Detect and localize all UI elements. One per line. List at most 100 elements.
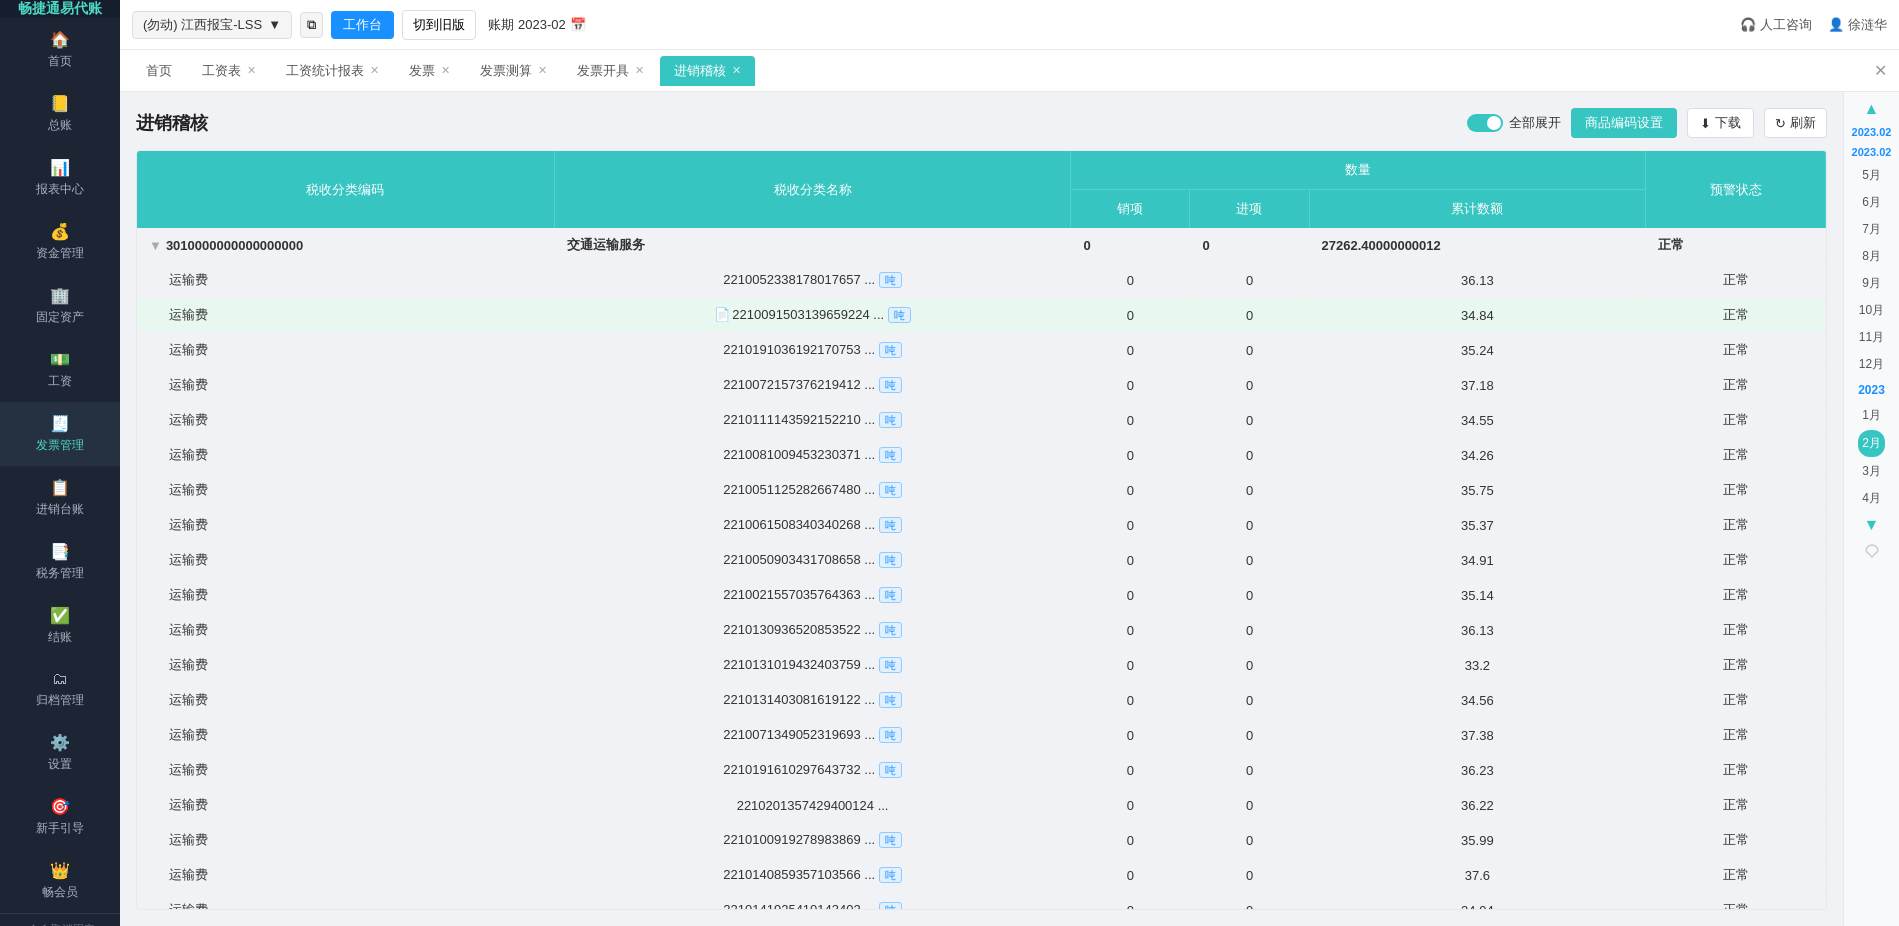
table-row[interactable]: 运输费 2210140859357103566 ... 吨 0 0 37.6 正… xyxy=(137,858,1826,893)
month-april[interactable]: 4月 xyxy=(1844,485,1899,512)
table-row[interactable]: 运输费 2210201357429400124 ... 0 0 36.22 正常 xyxy=(137,788,1826,823)
tax-code-cell: 📄2210091503139659224 ... 吨 xyxy=(554,298,1071,333)
page-title: 进销稽核 xyxy=(136,111,208,135)
favorite-icon[interactable] xyxy=(1862,542,1882,562)
member-icon: 👑 xyxy=(50,861,70,880)
sidebar-item-member[interactable]: 👑 畅会员 xyxy=(0,849,120,913)
tax-code-cell: 2210021557035764363 ... 吨 xyxy=(554,578,1071,613)
month-february-current[interactable]: 2月 xyxy=(1858,430,1885,457)
scroll-down-arrow[interactable]: ▼ xyxy=(1860,512,1884,538)
table-row[interactable]: 运输费 2210061508340340268 ... 吨 0 0 35.37 … xyxy=(137,508,1826,543)
table-row[interactable]: 运输费 📄2210091503139659224 ... 吨 0 0 34.84… xyxy=(137,298,1826,333)
month-january[interactable]: 1月 xyxy=(1844,402,1899,429)
year-label-2023-02-2: 2023.02 xyxy=(1852,142,1892,162)
sidebar-item-fixed-assets[interactable]: 🏢 固定资产 xyxy=(0,274,120,338)
sidebar-item-home[interactable]: 🏠 首页 xyxy=(0,18,120,82)
month-december[interactable]: 12月 xyxy=(1844,351,1899,378)
table-row[interactable]: 运输费 2210130936520853522 ... 吨 0 0 36.13 … xyxy=(137,613,1826,648)
user-menu[interactable]: 👤 徐涟华 xyxy=(1828,16,1887,34)
scroll-up-arrow[interactable]: ▲ xyxy=(1860,96,1884,122)
month-july[interactable]: 7月 xyxy=(1844,216,1899,243)
download-button[interactable]: ⬇ 下载 xyxy=(1687,108,1754,138)
month-october[interactable]: 10月 xyxy=(1844,297,1899,324)
switch-old-button[interactable]: 切到旧版 xyxy=(402,10,476,40)
month-november[interactable]: 11月 xyxy=(1844,324,1899,351)
table-row[interactable]: 运输费 2210021557035764363 ... 吨 0 0 35.14 … xyxy=(137,578,1826,613)
tab-invoice-calc[interactable]: 发票测算 ✕ xyxy=(466,56,561,86)
table-row[interactable]: 运输费 2210050903431708658 ... 吨 0 0 34.91 … xyxy=(137,543,1826,578)
sidebar: 畅捷通易代账 🏠 首页 📒 总账 📊 报表中心 💰 资金管理 🏢 固定资产 💵 … xyxy=(0,0,120,926)
close-all-tabs-button[interactable]: ✕ xyxy=(1874,61,1887,80)
table-row[interactable]: 运输费 2210131403081619122 ... 吨 0 0 34.56 … xyxy=(137,683,1826,718)
tab-invoice[interactable]: 发票 ✕ xyxy=(395,56,464,86)
tab-salary-stats[interactable]: 工资统计报表 ✕ xyxy=(272,56,393,86)
tax-code-cell: 2210050903431708658 ... 吨 xyxy=(554,543,1071,578)
table-row[interactable]: 运输费 2210072157376219412 ... 吨 0 0 37.18 … xyxy=(137,368,1826,403)
unit-tag: 吨 xyxy=(879,727,902,743)
toggle-switch[interactable] xyxy=(1467,114,1503,132)
sidebar-item-ledger[interactable]: 📒 总账 xyxy=(0,82,120,146)
tab-salary-table[interactable]: 工资表 ✕ xyxy=(188,56,270,86)
tab-close-icon[interactable]: ✕ xyxy=(441,64,450,77)
purchase-qty-cell: 0 xyxy=(1190,508,1309,543)
table-body: ▼3010000000000000000 交通运输服务 0 0 27262.40… xyxy=(137,228,1826,910)
table-row[interactable]: 运输费 2210111143592152210 ... 吨 0 0 34.55 … xyxy=(137,403,1826,438)
calendar-icon[interactable]: 📅 xyxy=(570,17,586,32)
service-button[interactable]: 🎧 人工咨询 xyxy=(1740,16,1812,34)
tab-invoice-issue[interactable]: 发票开具 ✕ xyxy=(563,56,658,86)
table-row[interactable]: 运输费 2210071349052319693 ... 吨 0 0 37.38 … xyxy=(137,718,1826,753)
refresh-button[interactable]: ↻ 刷新 xyxy=(1764,108,1827,138)
table-row[interactable]: ▼3010000000000000000 交通运输服务 0 0 27262.40… xyxy=(137,228,1826,263)
sale-qty-cell: 0 xyxy=(1071,893,1190,911)
sidebar-item-salary[interactable]: 💵 工资 xyxy=(0,338,120,402)
tab-close-icon[interactable]: ✕ xyxy=(732,64,741,77)
sidebar-item-settings[interactable]: ⚙️ 设置 xyxy=(0,721,120,785)
sidebar-item-purchase-ledger[interactable]: 📋 进销台账 xyxy=(0,466,120,530)
table-row[interactable]: 运输费 2210141925410143402 ... 吨 0 0 34.94 … xyxy=(137,893,1826,911)
table-row[interactable]: 运输费 2210051125282667480 ... 吨 0 0 35.75 … xyxy=(137,473,1826,508)
file-icon: 📄 xyxy=(714,307,730,322)
sidebar-item-tax[interactable]: 📑 税务管理 xyxy=(0,530,120,594)
cumulative-cell: 34.94 xyxy=(1309,893,1646,911)
tax-name-cell: 运输费 xyxy=(137,718,554,753)
tab-close-icon[interactable]: ✕ xyxy=(635,64,644,77)
tax-name-cell: 交通运输服务 xyxy=(554,228,1071,263)
month-june[interactable]: 6月 xyxy=(1844,189,1899,216)
sidebar-item-close-account[interactable]: ✅ 结账 xyxy=(0,594,120,658)
sidebar-item-reports[interactable]: 📊 报表中心 xyxy=(0,146,120,210)
expand-all-toggle[interactable]: 全部展开 xyxy=(1467,114,1561,132)
workspace-button[interactable]: 工作台 xyxy=(331,11,394,39)
sidebar-item-funds[interactable]: 💰 资金管理 xyxy=(0,210,120,274)
month-august[interactable]: 8月 xyxy=(1844,243,1899,270)
status-cell: 正常 xyxy=(1646,858,1826,893)
month-september[interactable]: 9月 xyxy=(1844,270,1899,297)
cumulative-cell: 35.24 xyxy=(1309,333,1646,368)
status-cell: 正常 xyxy=(1646,753,1826,788)
month-march[interactable]: 3月 xyxy=(1844,458,1899,485)
status-cell: 正常 xyxy=(1646,368,1826,403)
tab-close-icon[interactable]: ✕ xyxy=(247,64,256,77)
month-may[interactable]: 5月 xyxy=(1844,162,1899,189)
table-row[interactable]: 运输费 2210100919278983869 ... 吨 0 0 35.99 … xyxy=(137,823,1826,858)
table-row[interactable]: 运输费 2210052338178017657 ... 吨 0 0 36.13 … xyxy=(137,263,1826,298)
table-row[interactable]: 运输费 2210191036192170753 ... 吨 0 0 35.24 … xyxy=(137,333,1826,368)
tab-home[interactable]: 首页 xyxy=(132,56,186,86)
company-selector[interactable]: (勿动) 江西报宝-LSS ▼ xyxy=(132,11,292,39)
unpin-button[interactable]: ◀◀ 取消固定 xyxy=(0,913,120,926)
copy-button[interactable]: ⧉ xyxy=(300,12,323,38)
tab-purchase-check[interactable]: 进销稽核 ✕ xyxy=(660,56,755,86)
right-calendar-panel: ▲ 2023.02 2023.02 5月 6月 7月 8月 9月 10月 11月… xyxy=(1843,92,1899,926)
tab-close-icon[interactable]: ✕ xyxy=(538,64,547,77)
sidebar-item-guide[interactable]: 🎯 新手引导 xyxy=(0,785,120,849)
table-row[interactable]: 运输费 2210191610297643732 ... 吨 0 0 36.23 … xyxy=(137,753,1826,788)
sidebar-item-archive[interactable]: 🗂 归档管理 xyxy=(0,658,120,721)
tax-name-cell: 运输费 xyxy=(137,823,554,858)
sidebar-item-label: 资金管理 xyxy=(36,245,84,262)
sidebar-item-invoice[interactable]: 🧾 发票管理 xyxy=(0,402,120,466)
tab-close-icon[interactable]: ✕ xyxy=(370,64,379,77)
sale-qty-cell: 0 xyxy=(1071,438,1190,473)
table-row[interactable]: 运输费 2210081009453230371 ... 吨 0 0 34.26 … xyxy=(137,438,1826,473)
product-setting-button[interactable]: 商品编码设置 xyxy=(1571,108,1677,138)
table-row[interactable]: 运输费 2210131019432403759 ... 吨 0 0 33.2 正… xyxy=(137,648,1826,683)
cumulative-cell: 36.22 xyxy=(1309,788,1646,823)
